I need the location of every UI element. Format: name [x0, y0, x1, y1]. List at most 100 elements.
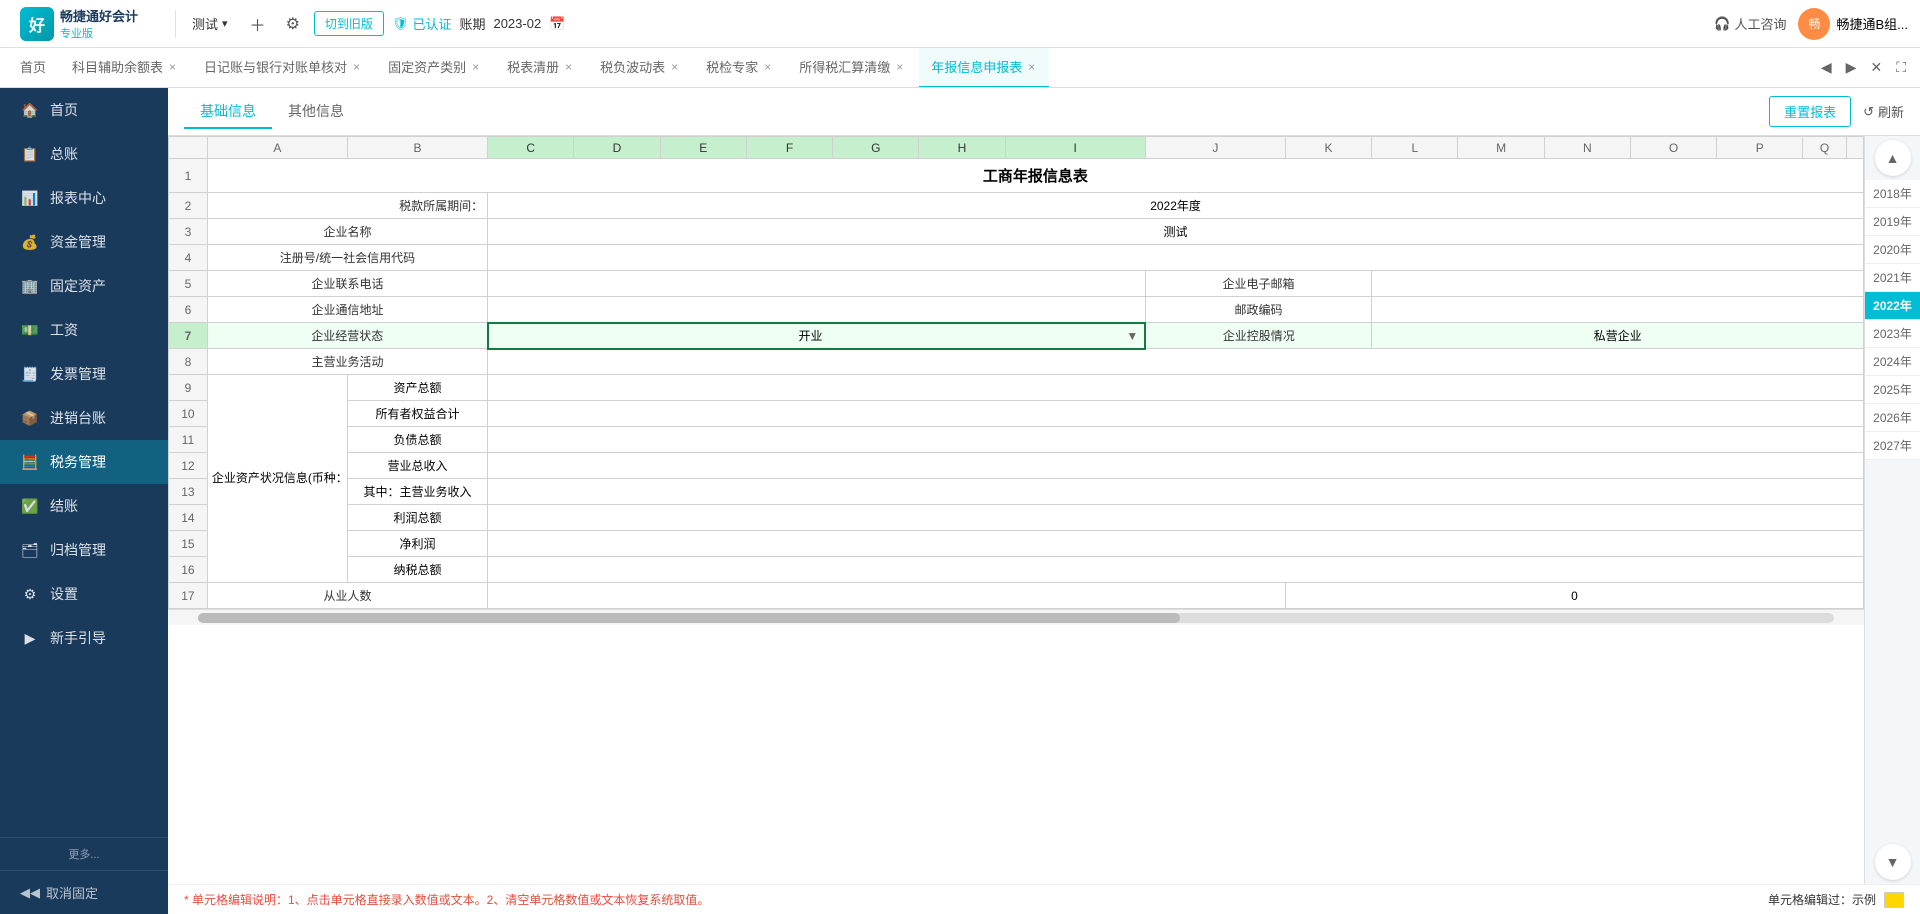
col-header-D[interactable]: D — [574, 137, 660, 159]
tab-home[interactable]: 首页 — [8, 48, 58, 88]
year-item-2027[interactable]: 2027年 — [1865, 432, 1920, 460]
sidebar-item-fixed-assets[interactable]: 🏢 固定资产 — [0, 264, 168, 308]
cell-7-label[interactable]: 企业经营状态 — [207, 323, 487, 349]
user-area[interactable]: 畅 畅捷通B组... — [1798, 8, 1908, 40]
sidebar-item-purchase-sales[interactable]: 📦 进销台账 — [0, 396, 168, 440]
year-item-2026[interactable]: 2026年 — [1865, 404, 1920, 432]
year-down-button[interactable]: ▼ — [1875, 844, 1911, 880]
year-item-2021[interactable]: 2021年 — [1865, 264, 1920, 292]
sidebar-item-ledger[interactable]: 📋 总账 — [0, 132, 168, 176]
logo-area[interactable]: 好 畅捷通好会计 专业版 — [12, 6, 167, 41]
cell-15-label[interactable]: 净利润 — [347, 531, 487, 557]
cell-2-value[interactable]: 2022年度 — [488, 193, 1864, 219]
cell-6-label[interactable]: 企业通信地址 — [207, 297, 487, 323]
dropdown-arrow-icon[interactable]: ▼ — [1126, 329, 1138, 343]
tab-fixed-assets-close[interactable]: × — [470, 60, 481, 74]
sidebar-item-close[interactable]: ✅ 结账 — [0, 484, 168, 528]
sidebar-item-settings[interactable]: ⚙ 设置 — [0, 572, 168, 616]
col-header-E[interactable]: E — [660, 137, 746, 159]
cell-17-left-value[interactable] — [488, 583, 1286, 609]
cell-4-value[interactable] — [488, 245, 1864, 271]
sidebar-item-reports[interactable]: 📊 报表中心 — [0, 176, 168, 220]
sidebar-item-payroll[interactable]: 💵 工资 — [0, 308, 168, 352]
sidebar-item-archive[interactable]: 🗂 归档管理 — [0, 528, 168, 572]
col-header-B[interactable]: B — [347, 137, 487, 159]
year-item-2025[interactable]: 2025年 — [1865, 376, 1920, 404]
cell-13-value[interactable] — [488, 479, 1864, 505]
cell-7-dropdown[interactable]: 开业 ▼ — [488, 323, 1146, 349]
cell-11-value[interactable] — [488, 427, 1864, 453]
year-item-2020[interactable]: 2020年 — [1865, 236, 1920, 264]
col-header-K[interactable]: K — [1285, 137, 1371, 159]
tab-tax-audit[interactable]: 税检专家 × — [694, 48, 785, 88]
col-header-G[interactable]: G — [833, 137, 919, 159]
workspace-selector[interactable]: 测试 ▾ — [184, 10, 236, 37]
year-item-2022[interactable]: 2022年 — [1865, 292, 1920, 320]
cell-17-right-value[interactable]: 0 — [1285, 583, 1863, 609]
tab-journal-close[interactable]: × — [351, 60, 362, 74]
sub-tab-basic[interactable]: 基础信息 — [184, 95, 272, 129]
cell-6-value[interactable] — [488, 297, 1146, 323]
tab-tax-fluctuation[interactable]: 税负波动表 × — [588, 48, 692, 88]
tab-tax-list-close[interactable]: × — [563, 60, 574, 74]
col-header-M[interactable]: M — [1458, 137, 1544, 159]
col-header-L[interactable]: L — [1372, 137, 1458, 159]
cell-3-value[interactable]: 测试 — [488, 219, 1864, 245]
year-up-button[interactable]: ▲ — [1875, 140, 1911, 176]
cell-5-label[interactable]: 企业联系电话 — [207, 271, 487, 297]
reset-report-button[interactable]: 重置报表 — [1769, 96, 1851, 127]
col-header-F[interactable]: F — [746, 137, 832, 159]
tab-next-button[interactable]: ▶ — [1840, 55, 1863, 80]
tab-auxiliary-close[interactable]: × — [167, 60, 178, 74]
cell-7-extra-value[interactable]: 私营企业 — [1372, 323, 1864, 349]
year-item-2018[interactable]: 2018年 — [1865, 180, 1920, 208]
cell-8-value[interactable] — [488, 349, 1864, 375]
year-item-2023[interactable]: 2023年 — [1865, 320, 1920, 348]
cancel-fixed-button[interactable]: ◀◀ 取消固定 — [0, 870, 168, 914]
tab-close-current-button[interactable]: ✕ — [1864, 55, 1888, 80]
tab-journal[interactable]: 日记账与银行对账单核对 × — [192, 48, 374, 88]
cell-14-value[interactable] — [488, 505, 1864, 531]
cell-16-label[interactable]: 纳税总额 — [347, 557, 487, 583]
cell-13-label[interactable]: 其中：主营业务收入 — [347, 479, 487, 505]
sidebar-item-tax[interactable]: 🧮 税务管理 — [0, 440, 168, 484]
tab-annual-report[interactable]: 年报信息申报表 × — [919, 48, 1049, 88]
cell-6-extra-value[interactable] — [1372, 297, 1864, 323]
cell-4-label[interactable]: 注册号/统一社会信用代码 — [207, 245, 487, 271]
scrollbar-thumb[interactable] — [198, 613, 1180, 623]
cell-2-label[interactable]: 税款所属期间： — [207, 193, 487, 219]
calendar-icon[interactable]: 📅 — [549, 16, 565, 32]
col-header-C[interactable]: C — [488, 137, 574, 159]
cell-11-label[interactable]: 负债总额 — [347, 427, 487, 453]
cell-10-value[interactable] — [488, 401, 1864, 427]
cell-15-value[interactable] — [488, 531, 1864, 557]
sidebar-item-guide[interactable]: ▶ 新手引导 — [0, 616, 168, 660]
sub-tab-other[interactable]: 其他信息 — [272, 95, 360, 129]
cell-8-label[interactable]: 主营业务活动 — [207, 349, 487, 375]
col-header-J[interactable]: J — [1145, 137, 1285, 159]
cell-12-label[interactable]: 营业总收入 — [347, 453, 487, 479]
cell-12-value[interactable] — [488, 453, 1864, 479]
year-item-2019[interactable]: 2019年 — [1865, 208, 1920, 236]
service-button[interactable]: 🎧 人工咨询 — [1714, 14, 1786, 33]
sidebar-item-home[interactable]: 🏠 首页 — [0, 88, 168, 132]
cell-5-extra-value[interactable] — [1372, 271, 1864, 297]
tab-tax-fluctuation-close[interactable]: × — [669, 60, 680, 74]
tab-tax-list[interactable]: 税表清册 × — [495, 48, 586, 88]
sheet-main[interactable]: A B C D E F G H I J K L — [168, 136, 1864, 884]
col-header-H[interactable]: H — [919, 137, 1005, 159]
tab-annual-report-close[interactable]: × — [1026, 60, 1037, 74]
tab-tax-audit-close[interactable]: × — [762, 60, 773, 74]
col-header-P[interactable]: P — [1717, 137, 1803, 159]
tab-expand-button[interactable]: ⛶ — [1890, 55, 1912, 80]
horizontal-scrollbar[interactable] — [168, 609, 1864, 625]
cell-17-label[interactable]: 从业人数 — [207, 583, 487, 609]
col-header-N[interactable]: N — [1544, 137, 1630, 159]
cell-10-label[interactable]: 所有者权益合计 — [347, 401, 487, 427]
tab-prev-button[interactable]: ◀ — [1815, 55, 1838, 80]
col-header-O[interactable]: O — [1630, 137, 1716, 159]
cell-5-value[interactable] — [488, 271, 1146, 297]
sidebar-item-invoices[interactable]: 🧾 发票管理 — [0, 352, 168, 396]
cell-16-value[interactable] — [488, 557, 1864, 583]
cell-title[interactable]: 工商年报信息表 — [207, 159, 1863, 193]
